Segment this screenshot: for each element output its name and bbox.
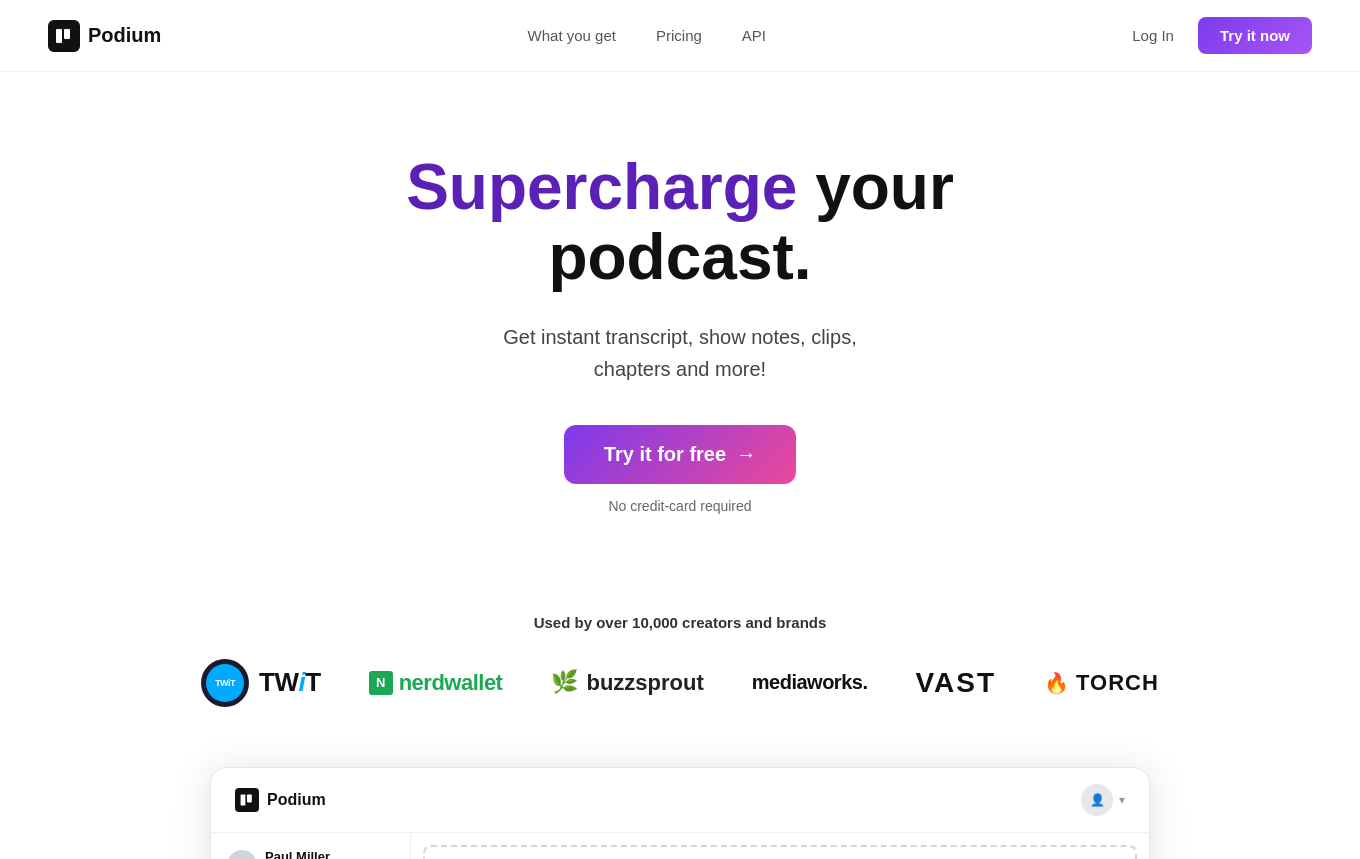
- app-preview-window: Podium 👤 ▾ 👤 Paul Miller 160 Credits ▾: [210, 767, 1150, 859]
- app-window-avatar: 👤: [1081, 784, 1113, 816]
- app-window-logo: Podium: [235, 788, 326, 812]
- logo-twit: TWiT TWiT: [201, 659, 321, 707]
- logos-row: TWiT TWiT N nerdwallet 🌿 buzzsprout medi…: [48, 659, 1312, 707]
- nav-actions: Log In Try it now: [1132, 17, 1312, 54]
- app-sidebar-user-info: Paul Miller 160 Credits: [265, 849, 380, 859]
- svg-rect-1: [64, 29, 70, 39]
- hero-cta-button[interactable]: Try it for free →: [564, 425, 796, 484]
- logo-nerdwallet: N nerdwallet: [369, 670, 503, 696]
- twit-circle-icon: TWiT: [201, 659, 249, 707]
- hero-heading-accent: Supercharge: [406, 151, 797, 223]
- buzzsprout-leaf-icon: 🌿: [550, 669, 578, 697]
- logo-link[interactable]: Podium: [48, 20, 161, 52]
- nav-cta-button[interactable]: Try it now: [1198, 17, 1312, 54]
- no-credit-card-label: No credit-card required: [608, 498, 751, 514]
- nav-what-you-get[interactable]: What you get: [528, 27, 616, 44]
- hero-cta-wrap: Try it for free → No credit-card require…: [278, 425, 1082, 514]
- nav-api[interactable]: API: [742, 27, 766, 44]
- app-window-logo-icon: [235, 788, 259, 812]
- svg-rect-2: [241, 794, 246, 805]
- hero-subtitle: Get instant transcript, show notes, clip…: [278, 321, 1082, 385]
- app-sidebar-user-name: Paul Miller: [265, 849, 380, 859]
- hero-heading: Supercharge your podcast.: [278, 152, 1082, 293]
- app-main-area[interactable]: ↓ Upload a file or drag here: [423, 845, 1137, 859]
- app-sidebar: 👤 Paul Miller 160 Credits ▾: [211, 833, 411, 859]
- app-window-avatar-wrap[interactable]: 👤 ▾: [1081, 784, 1125, 816]
- logo-vast: VAST: [915, 667, 996, 699]
- svg-rect-0: [56, 29, 62, 43]
- login-link[interactable]: Log In: [1132, 27, 1174, 44]
- svg-rect-3: [247, 794, 252, 802]
- nav-links: What you get Pricing API: [528, 27, 766, 44]
- app-window-chevron-icon: ▾: [1119, 793, 1125, 807]
- app-window-logo-text: Podium: [267, 791, 326, 809]
- app-sidebar-user[interactable]: 👤 Paul Miller 160 Credits ▾: [227, 849, 394, 859]
- main-nav: Podium What you get Pricing API Log In T…: [0, 0, 1360, 72]
- logo-icon: [48, 20, 80, 52]
- nerdwallet-icon: N: [369, 671, 393, 695]
- torch-flame-icon: 🔥: [1044, 671, 1070, 695]
- app-preview-section: Podium 👤 ▾ 👤 Paul Miller 160 Credits ▾: [0, 727, 1360, 859]
- social-proof-section: Used by over 10,000 creators and brands …: [0, 574, 1360, 727]
- logo-mediaworks: mediaworks.: [752, 671, 868, 694]
- app-sidebar-avatar: 👤: [227, 850, 257, 859]
- app-window-body: 👤 Paul Miller 160 Credits ▾ ↓ Upload a f…: [211, 833, 1149, 859]
- logo-torch: 🔥 TORCH: [1044, 670, 1159, 696]
- logo-text: Podium: [88, 24, 161, 47]
- hero-section: Supercharge your podcast. Get instant tr…: [230, 72, 1130, 574]
- social-proof-title: Used by over 10,000 creators and brands: [48, 614, 1312, 631]
- nav-pricing[interactable]: Pricing: [656, 27, 702, 44]
- logo-buzzsprout: 🌿 buzzsprout: [550, 669, 703, 697]
- app-window-header: Podium 👤 ▾: [211, 768, 1149, 833]
